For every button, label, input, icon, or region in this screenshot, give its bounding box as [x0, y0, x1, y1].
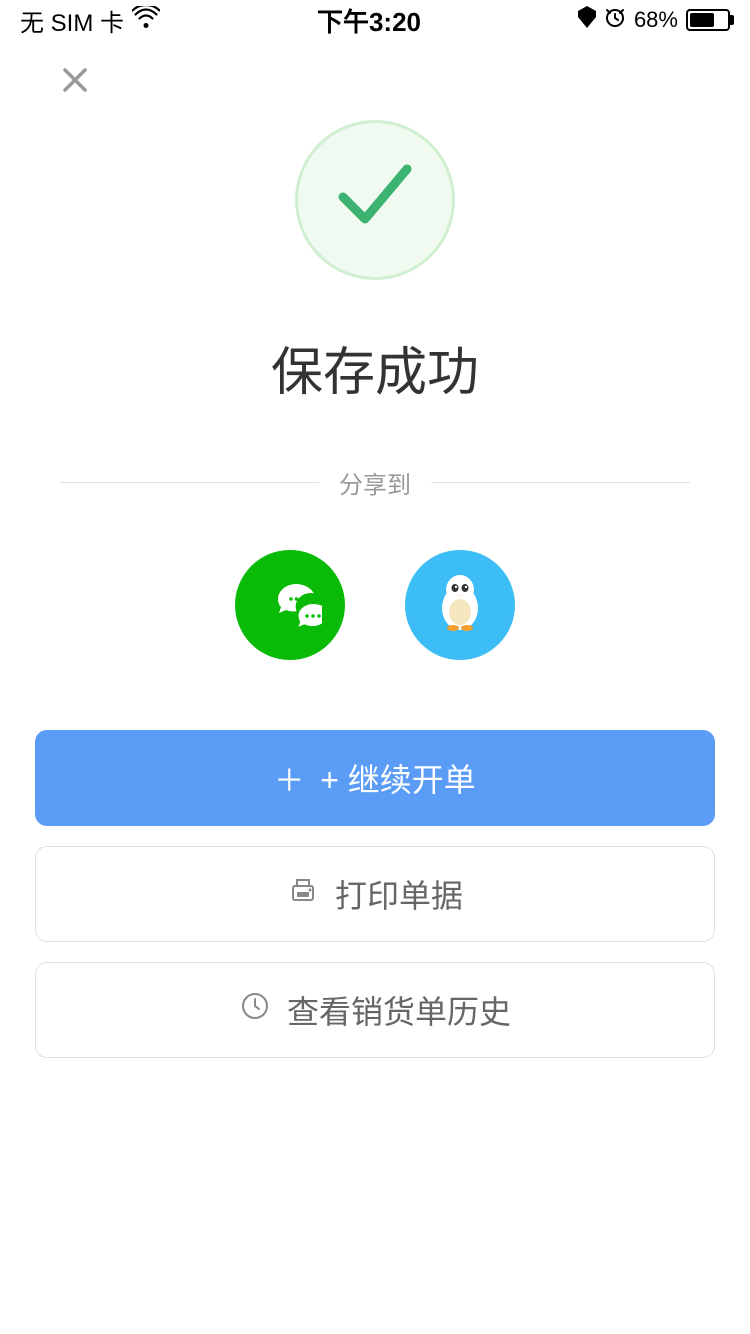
wifi-icon: [132, 6, 160, 35]
qq-share-button[interactable]: [405, 550, 515, 660]
checkmark-icon: [335, 159, 415, 242]
plus-icon: ＋: [274, 756, 304, 800]
print-button[interactable]: 打印单据: [35, 846, 715, 942]
history-icon: [239, 990, 271, 1030]
main-content: 保存成功 分享到: [0, 40, 750, 1058]
success-icon: [295, 120, 455, 280]
share-icons-container: [235, 550, 515, 660]
close-button[interactable]: [50, 55, 100, 105]
wechat-share-button[interactable]: [235, 550, 345, 660]
continue-order-label: + 继续开单: [320, 755, 476, 801]
alarm-icon: [604, 6, 626, 34]
print-icon: [287, 874, 319, 914]
status-right: 68%: [578, 6, 730, 34]
status-bar: 无 SIM 卡 下午3:20 68%: [0, 0, 750, 40]
share-divider: 分享到: [0, 465, 750, 500]
print-label: 打印单据: [335, 871, 463, 917]
location-icon: [578, 6, 596, 34]
divider-left: [60, 482, 319, 483]
sim-label: 无 SIM 卡: [20, 3, 124, 38]
battery-percent: 68%: [634, 7, 678, 33]
status-left: 无 SIM 卡: [20, 3, 160, 38]
action-buttons: ＋ + 继续开单 打印单据 查看销货单历史: [35, 730, 715, 1058]
history-button[interactable]: 查看销货单历史: [35, 962, 715, 1058]
continue-order-button[interactable]: ＋ + 继续开单: [35, 730, 715, 826]
status-time: 下午3:20: [317, 2, 421, 39]
history-label: 查看销货单历史: [287, 987, 511, 1033]
divider-right: [431, 482, 690, 483]
success-title: 保存成功: [271, 330, 479, 405]
share-label: 分享到: [319, 465, 431, 500]
battery-icon: [686, 9, 730, 31]
